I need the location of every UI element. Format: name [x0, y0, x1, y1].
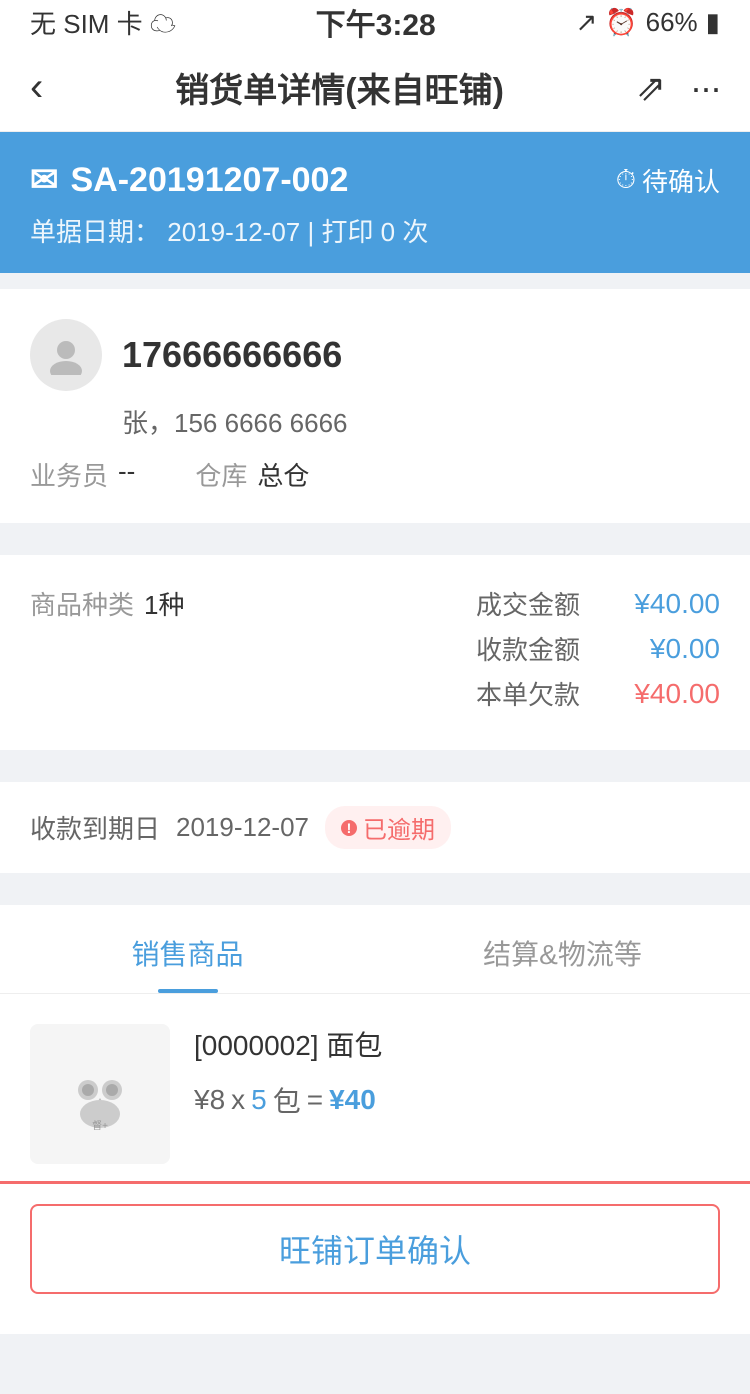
- tabs-header: 销售商品 结算&物流等: [0, 905, 750, 994]
- stats-section: 商品种类 1种 成交金额 ¥40.00 收款金额 ¥0.00 本单欠款 ¥40.…: [0, 555, 750, 750]
- stats-left: 商品种类 1种: [30, 585, 184, 622]
- sales-info: 业务员 --: [30, 456, 135, 493]
- back-button[interactable]: ‹: [30, 65, 43, 110]
- svg-text:督+: 督+: [92, 1119, 108, 1132]
- separator-4: [0, 889, 750, 905]
- received-row: 收款金额 ¥0.00: [476, 630, 720, 667]
- customer-name: 张，156 6666 6666: [30, 403, 720, 440]
- product-type-value: 1种: [144, 585, 184, 622]
- warehouse-info: 仓库 总仓: [195, 456, 309, 493]
- order-id-text: SA-20191207-002: [71, 161, 349, 200]
- product-name: [0000002] 面包: [194, 1024, 720, 1064]
- status-text: 待确认: [642, 162, 720, 199]
- separator-1: [0, 273, 750, 289]
- due-date: 2019-12-07: [176, 812, 309, 843]
- customer-section: 17666666666 张，156 6666 6666 业务员 -- 仓库 总仓: [0, 289, 750, 523]
- confirm-btn-wrapper: 旺铺订单确认: [0, 1181, 750, 1334]
- product-price: ¥8: [194, 1084, 225, 1116]
- amount-value: ¥40.00: [600, 588, 720, 620]
- share-button[interactable]: ⇗: [636, 67, 666, 109]
- order-header-card: ✉ SA-20191207-002 ⏱ 待确认 单据日期： 2019-12-07…: [0, 132, 750, 273]
- product-name-text: 面包: [326, 1030, 382, 1061]
- separator-2: [0, 539, 750, 555]
- product-item: 督+ [0000002] 面包 ¥8 x 5 包 = ¥40: [30, 1024, 720, 1164]
- tab-settlement-label: 结算&物流等: [483, 939, 642, 970]
- customer-phone: 17666666666: [122, 334, 342, 376]
- debt-row: 本单欠款 ¥40.00: [476, 675, 720, 712]
- customer-info-row: 业务员 -- 仓库 总仓: [30, 456, 720, 493]
- customer-avatar: [30, 319, 102, 391]
- warehouse-label: 仓库: [195, 456, 247, 493]
- product-calc: ¥8 x 5 包 = ¥40: [194, 1080, 720, 1120]
- sales-value: --: [118, 456, 135, 493]
- order-status-badge: ⏱ 待确认: [616, 162, 720, 199]
- amount-row: 成交金额 ¥40.00: [476, 585, 720, 622]
- page-title: 销货单详情(来自旺铺): [175, 63, 504, 112]
- product-total: ¥40: [329, 1084, 376, 1116]
- separator-3: [0, 766, 750, 782]
- overdue-text: 已逾期: [363, 810, 435, 845]
- tabs-section: 销售商品 结算&物流等 督+: [0, 905, 750, 1194]
- sales-label: 业务员: [30, 456, 108, 493]
- order-id: ✉ SA-20191207-002: [30, 160, 348, 200]
- confirm-order-button[interactable]: 旺铺订单确认: [30, 1204, 720, 1294]
- product-list: 督+ [0000002] 面包 ¥8 x 5 包 = ¥40: [0, 994, 750, 1194]
- nav-right: ⇗ ···: [636, 67, 720, 109]
- order-date: 单据日期： 2019-12-07 | 打印 0 次: [30, 212, 720, 249]
- overdue-badge: ! 已逾期: [325, 806, 451, 849]
- tab-sales-products[interactable]: 销售商品: [0, 905, 375, 993]
- tab-sales-label: 销售商品: [131, 939, 243, 970]
- stats-right: 成交金额 ¥40.00 收款金额 ¥0.00 本单欠款 ¥40.00: [476, 585, 720, 720]
- product-type: 商品种类 1种: [30, 585, 184, 622]
- battery-level: 66%: [646, 7, 698, 38]
- location-icon: ↗: [575, 7, 597, 38]
- status-right: ↗ ⏰ 66% ▮: [575, 7, 720, 38]
- battery-icon: ▮: [706, 7, 720, 38]
- product-unit: 包: [273, 1080, 301, 1120]
- warehouse-value: 总仓: [257, 456, 309, 493]
- received-label: 收款金额: [476, 630, 580, 667]
- tab-settlement[interactable]: 结算&物流等: [375, 905, 750, 993]
- alarm-icon: ⏰: [605, 7, 637, 38]
- amount-label: 成交金额: [476, 585, 580, 622]
- order-icon: ✉: [30, 160, 59, 200]
- status-left: 无 SIM 卡 ☁: [30, 4, 176, 41]
- product-info: [0000002] 面包 ¥8 x 5 包 = ¥40: [194, 1024, 720, 1120]
- product-image: 督+: [30, 1024, 170, 1164]
- overdue-icon: !: [341, 820, 357, 836]
- status-clock-icon: ⏱: [616, 164, 636, 196]
- product-code: [0000002]: [194, 1030, 319, 1061]
- received-value: ¥0.00: [600, 633, 720, 665]
- debt-value: ¥40.00: [600, 678, 720, 710]
- nav-bar: ‹ 销货单详情(来自旺铺) ⇗ ···: [0, 44, 750, 132]
- nav-left: ‹: [30, 65, 43, 110]
- more-button[interactable]: ···: [690, 67, 720, 109]
- status-time: 下午3:28: [316, 0, 436, 44]
- debt-label: 本单欠款: [476, 675, 580, 712]
- sim-status: 无 SIM 卡 ☁: [30, 4, 176, 41]
- due-section: 收款到期日 2019-12-07 ! 已逾期: [0, 782, 750, 873]
- due-label: 收款到期日: [30, 809, 160, 846]
- product-qty: 5: [251, 1084, 267, 1116]
- product-type-label: 商品种类: [30, 585, 134, 622]
- status-bar: 无 SIM 卡 ☁ 下午3:28 ↗ ⏰ 66% ▮: [0, 0, 750, 44]
